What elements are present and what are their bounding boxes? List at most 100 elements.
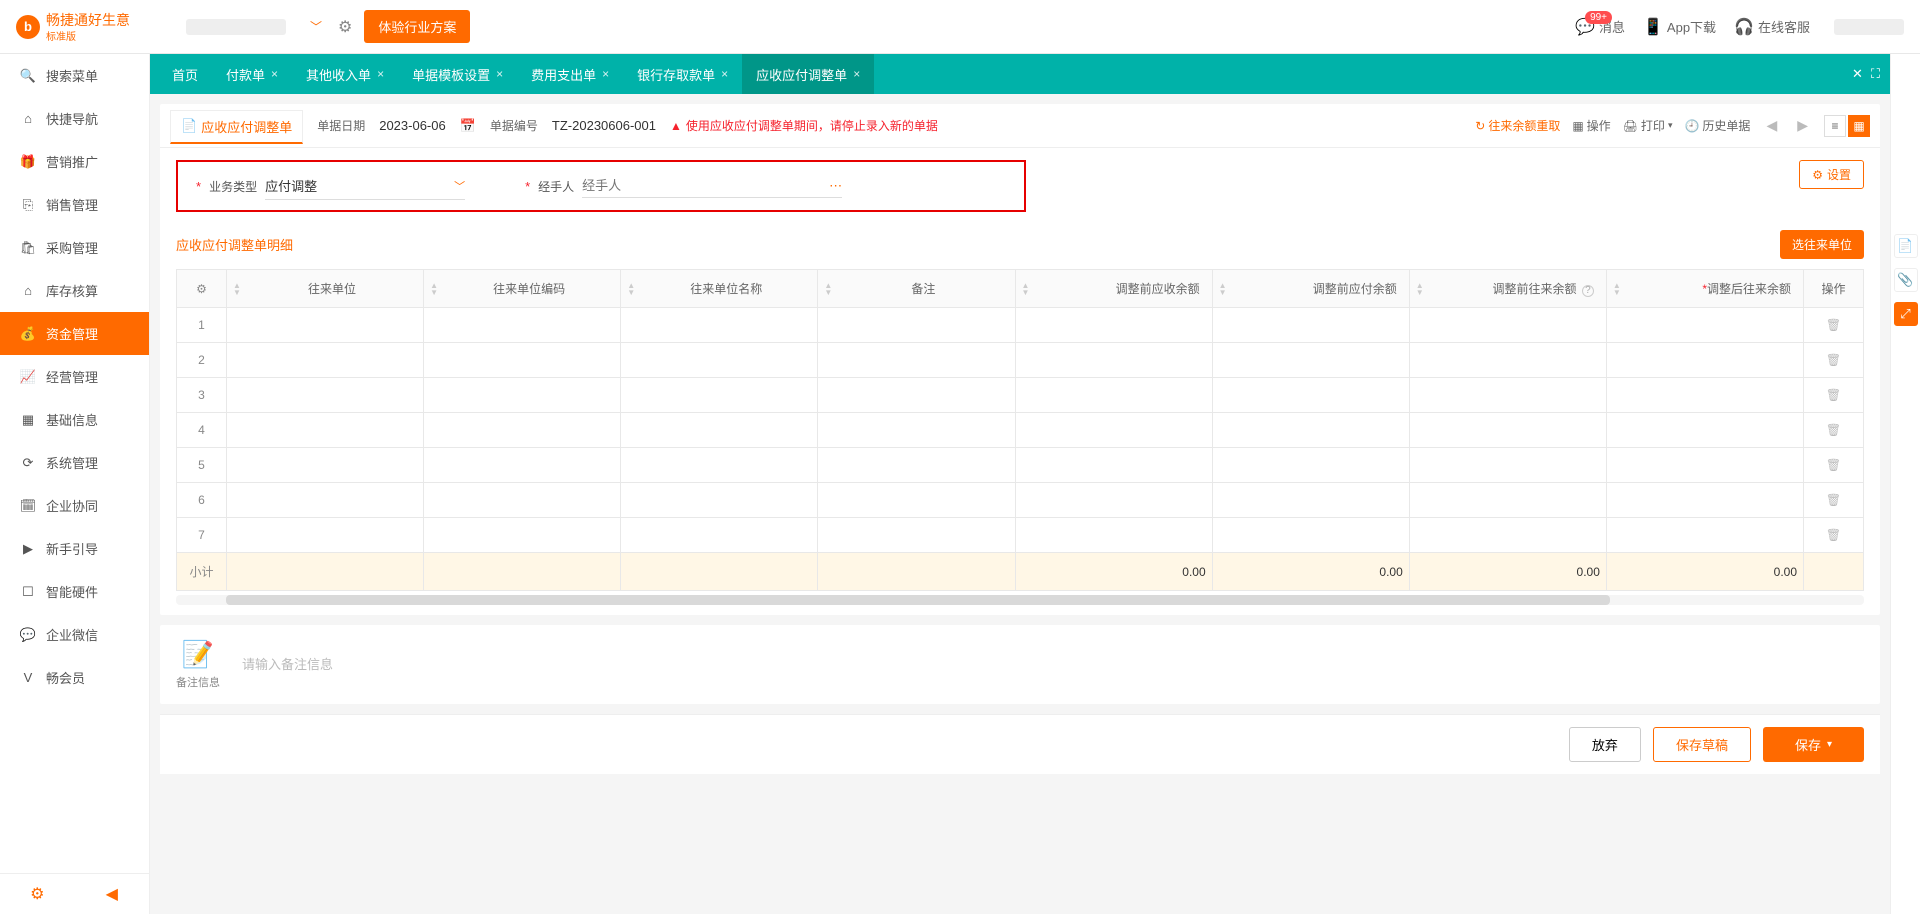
th-before-recv[interactable]: ▲▼调整前应收余额 — [1015, 270, 1212, 308]
sidebar-item[interactable]: 📈经营管理 — [0, 355, 149, 398]
cell-name[interactable] — [621, 343, 818, 378]
handler-input-wrap[interactable]: ⋯ — [582, 174, 842, 198]
sidebar-collapse-icon[interactable]: ◀ — [75, 874, 150, 914]
sidebar-item[interactable]: ⟳系统管理 — [0, 441, 149, 484]
select-unit-button[interactable]: 选往来单位 — [1780, 230, 1864, 259]
row-delete-button[interactable]: 🗑 — [1804, 448, 1864, 483]
cell-name[interactable] — [621, 448, 818, 483]
cell-unit[interactable] — [227, 483, 424, 518]
date-value[interactable]: 2023-06-06 — [379, 118, 446, 133]
cell-unit[interactable] — [227, 343, 424, 378]
cell-remark[interactable] — [818, 343, 1015, 378]
industry-cta-button[interactable]: 体验行业方案 — [364, 10, 470, 43]
row-delete-button[interactable]: 🗑 — [1804, 518, 1864, 553]
sidebar-item[interactable]: ⌂库存核算 — [0, 269, 149, 312]
business-type-field[interactable]: * 业务类型 应付调整 ﹀ — [196, 172, 465, 200]
cell-name[interactable] — [621, 483, 818, 518]
cell-remark[interactable] — [818, 413, 1015, 448]
view-grid-button[interactable]: ▦ — [1848, 115, 1870, 137]
business-type-select[interactable]: 应付调整 ﹀ — [265, 172, 465, 200]
cell-after-bal[interactable] — [1606, 483, 1803, 518]
cell-before-pay[interactable] — [1212, 343, 1409, 378]
cell-before-bal[interactable] — [1409, 518, 1606, 553]
th-name[interactable]: ▲▼往来单位名称 — [621, 270, 818, 308]
cell-before-bal[interactable] — [1409, 483, 1606, 518]
sidebar-item[interactable]: ⎘销售管理 — [0, 183, 149, 226]
dock-attachment-icon[interactable]: 📎 — [1894, 268, 1918, 292]
th-unit[interactable]: ▲▼往来单位 — [227, 270, 424, 308]
sidebar-settings-icon[interactable]: ⚙ — [0, 874, 75, 914]
row-delete-button[interactable]: 🗑 — [1804, 308, 1864, 343]
cell-name[interactable] — [621, 378, 818, 413]
cell-remark[interactable] — [818, 308, 1015, 343]
cell-remark[interactable] — [818, 483, 1015, 518]
tab[interactable]: 费用支出单× — [517, 54, 623, 94]
cell-code[interactable] — [424, 308, 621, 343]
tab[interactable]: 单据模板设置× — [398, 54, 517, 94]
discard-button[interactable]: 放弃 — [1569, 727, 1641, 762]
print-button[interactable]: 🖨 打印 ▾ — [1623, 117, 1673, 134]
remark-input[interactable] — [234, 649, 1864, 680]
th-after-bal[interactable]: ▲▼*调整后往来余额 — [1606, 270, 1803, 308]
table-row[interactable]: 1🗑 — [177, 308, 1864, 343]
cell-before-pay[interactable] — [1212, 378, 1409, 413]
cell-before-bal[interactable] — [1409, 413, 1606, 448]
cell-after-bal[interactable] — [1606, 518, 1803, 553]
doc-title-tab[interactable]: 📄 应收应付调整单 — [170, 110, 303, 144]
cell-before-bal[interactable] — [1409, 343, 1606, 378]
cell-unit[interactable] — [227, 413, 424, 448]
save-draft-button[interactable]: 保存草稿 — [1653, 727, 1751, 762]
cell-before-recv[interactable] — [1015, 483, 1212, 518]
th-gear[interactable]: ⚙ — [177, 270, 227, 308]
save-button[interactable]: 保存 ▾ — [1763, 727, 1864, 762]
cell-unit[interactable] — [227, 378, 424, 413]
cell-remark[interactable] — [818, 378, 1015, 413]
operate-button[interactable]: ▦ 操作 — [1572, 117, 1610, 134]
next-doc-icon[interactable]: ▶ — [1793, 117, 1812, 134]
sidebar-item[interactable]: 🛍采购管理 — [0, 226, 149, 269]
cell-after-bal[interactable] — [1606, 308, 1803, 343]
table-row[interactable]: 7🗑 — [177, 518, 1864, 553]
th-remark[interactable]: ▲▼备注 — [818, 270, 1015, 308]
app-download-button[interactable]: 📱 App下载 — [1643, 17, 1716, 37]
handler-input[interactable] — [582, 174, 823, 197]
table-row[interactable]: 6🗑 — [177, 483, 1864, 518]
close-icon[interactable]: × — [721, 67, 728, 81]
row-delete-button[interactable]: 🗑 — [1804, 413, 1864, 448]
tab[interactable]: 银行存取款单× — [623, 54, 742, 94]
close-icon[interactable]: × — [377, 67, 384, 81]
close-icon[interactable]: × — [853, 67, 860, 81]
cell-before-recv[interactable] — [1015, 308, 1212, 343]
scrollbar-thumb[interactable] — [226, 595, 1610, 605]
cell-before-bal[interactable] — [1409, 308, 1606, 343]
sidebar-item[interactable]: 💰资金管理 — [0, 312, 149, 355]
cell-unit[interactable] — [227, 448, 424, 483]
table-row[interactable]: 2🗑 — [177, 343, 1864, 378]
cell-before-recv[interactable] — [1015, 343, 1212, 378]
horizontal-scrollbar[interactable] — [176, 595, 1864, 605]
balance-refetch-button[interactable]: ↻ 往来余额重取 — [1475, 117, 1560, 134]
tab-close-icon[interactable]: ✕ — [1852, 66, 1863, 82]
cell-before-bal[interactable] — [1409, 448, 1606, 483]
cell-before-pay[interactable] — [1212, 483, 1409, 518]
sidebar-item[interactable]: V畅会员 — [0, 656, 149, 699]
more-icon[interactable]: ⋯ — [829, 178, 842, 194]
cell-code[interactable] — [424, 448, 621, 483]
tab[interactable]: 付款单× — [212, 54, 292, 94]
sidebar-item[interactable]: 🎁营销推广 — [0, 140, 149, 183]
cell-after-bal[interactable] — [1606, 448, 1803, 483]
history-button[interactable]: 🕘 历史单据 — [1684, 117, 1750, 134]
th-before-bal[interactable]: ▲▼调整前往来余额 ? — [1409, 270, 1606, 308]
sidebar-item[interactable]: ⌂快捷导航 — [0, 97, 149, 140]
tab[interactable]: 首页 — [158, 54, 212, 94]
th-code[interactable]: ▲▼往来单位编码 — [424, 270, 621, 308]
tab-expand-icon[interactable]: ⛶ — [1871, 66, 1880, 82]
sidebar-item[interactable]: ▶新手引导 — [0, 527, 149, 570]
table-row[interactable]: 4🗑 — [177, 413, 1864, 448]
cell-code[interactable] — [424, 413, 621, 448]
sidebar-item[interactable]: ▦基础信息 — [0, 398, 149, 441]
row-delete-button[interactable]: 🗑 — [1804, 343, 1864, 378]
sidebar-item[interactable]: ☐智能硬件 — [0, 570, 149, 613]
th-before-pay[interactable]: ▲▼调整前应付余额 — [1212, 270, 1409, 308]
cell-code[interactable] — [424, 343, 621, 378]
